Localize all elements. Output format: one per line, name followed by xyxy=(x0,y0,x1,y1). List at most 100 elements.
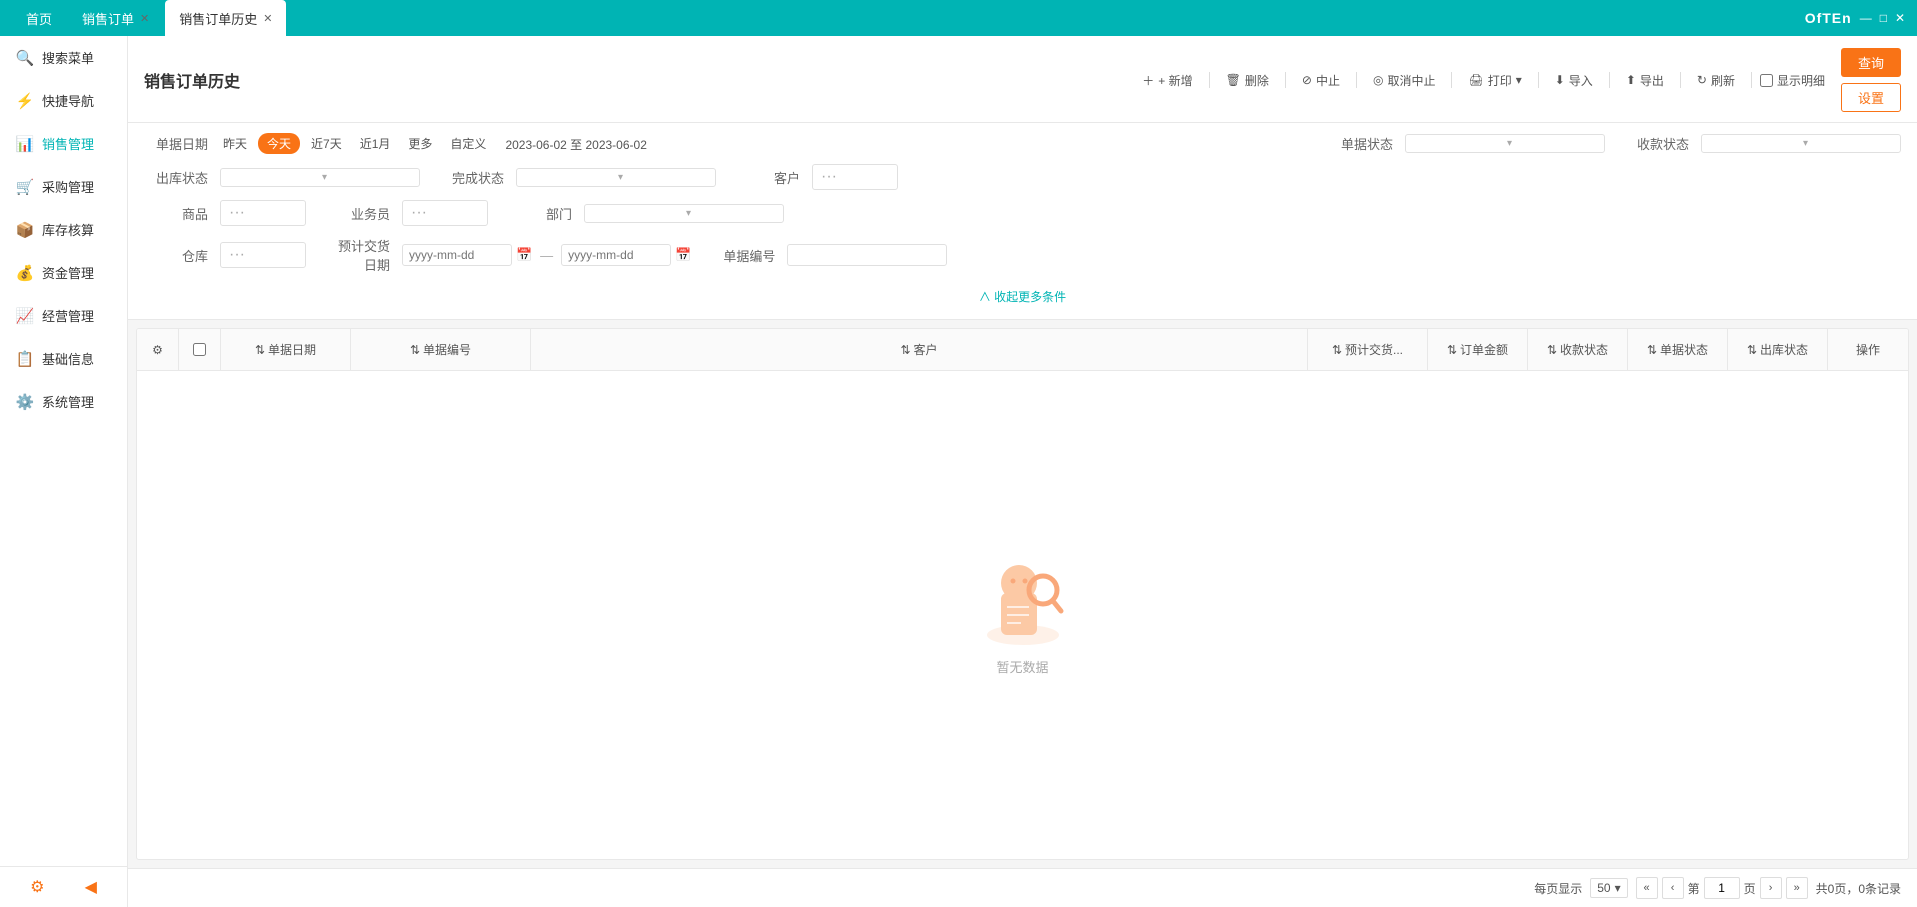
page-number-input[interactable] xyxy=(1704,877,1740,899)
select-all-checkbox[interactable] xyxy=(193,343,206,356)
settings-button[interactable]: 设置 xyxy=(1841,83,1901,112)
delivery-date-to[interactable] xyxy=(561,244,671,266)
stop-button[interactable]: ⊘ 中止 xyxy=(1294,68,1348,93)
prev-page-button[interactable]: ‹ xyxy=(1662,877,1684,899)
receipt-status-select[interactable]: ▾ xyxy=(1405,134,1605,153)
department-select[interactable]: ▾ xyxy=(584,204,784,223)
first-page-button[interactable]: « xyxy=(1636,877,1658,899)
inventory-icon: 📦 xyxy=(16,221,34,239)
last-page-button[interactable]: » xyxy=(1786,877,1808,899)
table-header: ⚙ ⇅ 单据日期 ⇅ 单据编号 ⇅ 客户 ⇅ xyxy=(137,329,1908,371)
quick-nav-icon: ⚡ xyxy=(16,92,34,110)
tab-home[interactable]: 首页 xyxy=(12,0,66,36)
main-layout: 🔍 搜索菜单 ⚡ 快捷导航 📊 销售管理 🛒 采购管理 📦 库存核算 💰 资金管… xyxy=(0,36,1917,907)
warehouse-picker[interactable]: ··· xyxy=(220,242,306,268)
sidebar-item-inventory[interactable]: 📦 库存核算 xyxy=(0,208,127,251)
date-btn-7days[interactable]: 近7天 xyxy=(304,133,349,154)
doc-number-input[interactable] xyxy=(787,244,947,266)
th-amount[interactable]: ⇅ 订单金额 xyxy=(1428,329,1528,370)
complete-status-select[interactable]: ▾ xyxy=(516,168,716,187)
per-page-select[interactable]: 50 ▾ xyxy=(1590,878,1627,898)
payment-status-select[interactable]: ▾ xyxy=(1701,134,1901,153)
sidebar-item-baseinfo-label: 基础信息 xyxy=(42,349,94,368)
sort-icon-customer: ⇅ xyxy=(900,343,910,357)
export-button[interactable]: ⬆ 导出 xyxy=(1618,68,1672,93)
tab-sales-order[interactable]: 销售订单 ✕ xyxy=(68,0,163,36)
sidebar-item-system-label: 系统管理 xyxy=(42,392,94,411)
date-btn-more[interactable]: 更多 xyxy=(401,133,439,154)
th-receipt-status[interactable]: ⇅ 收款状态 xyxy=(1528,329,1628,370)
date-btn-yesterday[interactable]: 昨天 xyxy=(216,133,254,154)
empty-illustration xyxy=(973,555,1073,645)
sidebar-item-system[interactable]: ⚙️ 系统管理 xyxy=(0,380,127,423)
th-date[interactable]: ⇅ 单据日期 xyxy=(221,329,351,370)
customer-picker[interactable]: ··· xyxy=(812,164,898,190)
tab-sales-order-close[interactable]: ✕ xyxy=(140,12,149,25)
th-code[interactable]: ⇅ 单据编号 xyxy=(351,329,531,370)
show-detail-checkbox[interactable] xyxy=(1760,74,1773,87)
delete-button[interactable]: 🗑 删除 xyxy=(1218,68,1277,93)
sidebar-item-baseinfo[interactable]: 📋 基础信息 xyxy=(0,337,127,380)
sidebar-item-finance-label: 资金管理 xyxy=(42,263,94,282)
date-btn-today[interactable]: 今天 xyxy=(258,133,300,154)
date-btn-1month[interactable]: 近1月 xyxy=(353,133,398,154)
divider-2 xyxy=(1285,72,1286,88)
sidebar-item-purchase[interactable]: 🛒 采购管理 xyxy=(0,165,127,208)
delivery-date-from-calendar-icon[interactable]: 📅 xyxy=(516,247,532,263)
refresh-button[interactable]: ↻ 刷新 xyxy=(1689,68,1743,93)
filter-row-1: 单据日期 昨天 今天 近7天 近1月 更多 自定义 2023-06-02 至 2… xyxy=(144,133,1901,154)
sidebar-item-operations-label: 经营管理 xyxy=(42,306,94,325)
sort-icon-date: ⇅ xyxy=(255,343,265,357)
outbound-status-arrow: ▾ xyxy=(322,172,411,183)
delivery-date-from[interactable] xyxy=(402,244,512,266)
outbound-status-select[interactable]: ▾ xyxy=(220,168,420,187)
sidebar-settings-btn[interactable]: ⚙ xyxy=(30,877,44,897)
next-page-icon: › xyxy=(1769,882,1773,894)
th-outbound-status[interactable]: ⇅ 出库状态 xyxy=(1728,329,1828,370)
page-suffix: 页 xyxy=(1744,880,1756,897)
date-btn-custom[interactable]: 自定义 xyxy=(443,133,493,154)
baseinfo-icon: 📋 xyxy=(16,350,34,368)
print-button[interactable]: 🖨 打印 ▾ xyxy=(1460,68,1529,93)
sidebar-item-finance[interactable]: 💰 资金管理 xyxy=(0,251,127,294)
payment-status-arrow: ▾ xyxy=(1803,138,1892,149)
show-detail-checkbox-label[interactable]: 显示明细 xyxy=(1760,72,1825,89)
sales-icon: 📊 xyxy=(16,135,34,153)
th-delivery[interactable]: ⇅ 预计交货... xyxy=(1308,329,1428,370)
divider-8 xyxy=(1751,72,1752,88)
salesperson-picker[interactable]: ··· xyxy=(402,200,488,226)
product-picker[interactable]: ··· xyxy=(220,200,306,226)
sidebar-item-operations[interactable]: 📈 经营管理 xyxy=(0,294,127,337)
cancel-stop-icon: ◎ xyxy=(1373,73,1383,87)
th-doc-status[interactable]: ⇅ 单据状态 xyxy=(1628,329,1728,370)
sidebar-item-quicknav[interactable]: ⚡ 快捷导航 xyxy=(0,79,127,122)
per-page-label: 每页显示 xyxy=(1534,880,1582,897)
pagination: 每页显示 50 ▾ « ‹ 第 页 › » xyxy=(128,868,1917,907)
th-customer[interactable]: ⇅ 客户 xyxy=(531,329,1308,370)
filter-row-2: 出库状态 ▾ 完成状态 ▾ 客户 ··· xyxy=(144,164,1901,190)
table-settings-icon[interactable]: ⚙ xyxy=(152,343,163,357)
cancel-stop-button[interactable]: ◎ 取消中止 xyxy=(1365,68,1444,93)
th-check[interactable] xyxy=(179,329,221,370)
date-filter-value: 昨天 今天 近7天 近1月 更多 自定义 2023-06-02 至 2023-0… xyxy=(216,133,1309,154)
collapse-filters-btn[interactable]: ∧ 收起更多条件 xyxy=(144,284,1901,309)
complete-status-label: 完成状态 xyxy=(440,168,512,187)
sidebar-item-search[interactable]: 🔍 搜索菜单 xyxy=(0,36,127,79)
import-button[interactable]: ⬇ 导入 xyxy=(1547,68,1601,93)
next-page-button[interactable]: › xyxy=(1760,877,1782,899)
complete-status-arrow: ▾ xyxy=(618,172,707,183)
new-button[interactable]: ＋ + 新增 xyxy=(1134,68,1200,93)
outbound-status-label: 出库状态 xyxy=(144,168,216,187)
tab-sales-order-history-close[interactable]: ✕ xyxy=(263,12,272,25)
delivery-date-to-calendar-icon[interactable]: 📅 xyxy=(675,247,691,263)
sidebar-item-sales[interactable]: 📊 销售管理 xyxy=(0,122,127,165)
window-close[interactable]: ✕ xyxy=(1895,11,1905,25)
sidebar-collapse-btn[interactable]: ◀ xyxy=(85,877,97,897)
tab-sales-order-history[interactable]: 销售订单历史 ✕ xyxy=(165,0,286,36)
content-area: 销售订单历史 ＋ + 新增 🗑 删除 ⊘ 中止 xyxy=(128,36,1917,907)
window-minimize[interactable]: — xyxy=(1860,11,1872,25)
window-restore[interactable]: □ xyxy=(1880,11,1887,25)
customer-label: 客户 xyxy=(736,168,808,187)
query-button[interactable]: 查询 xyxy=(1841,48,1901,77)
th-settings[interactable]: ⚙ xyxy=(137,329,179,370)
